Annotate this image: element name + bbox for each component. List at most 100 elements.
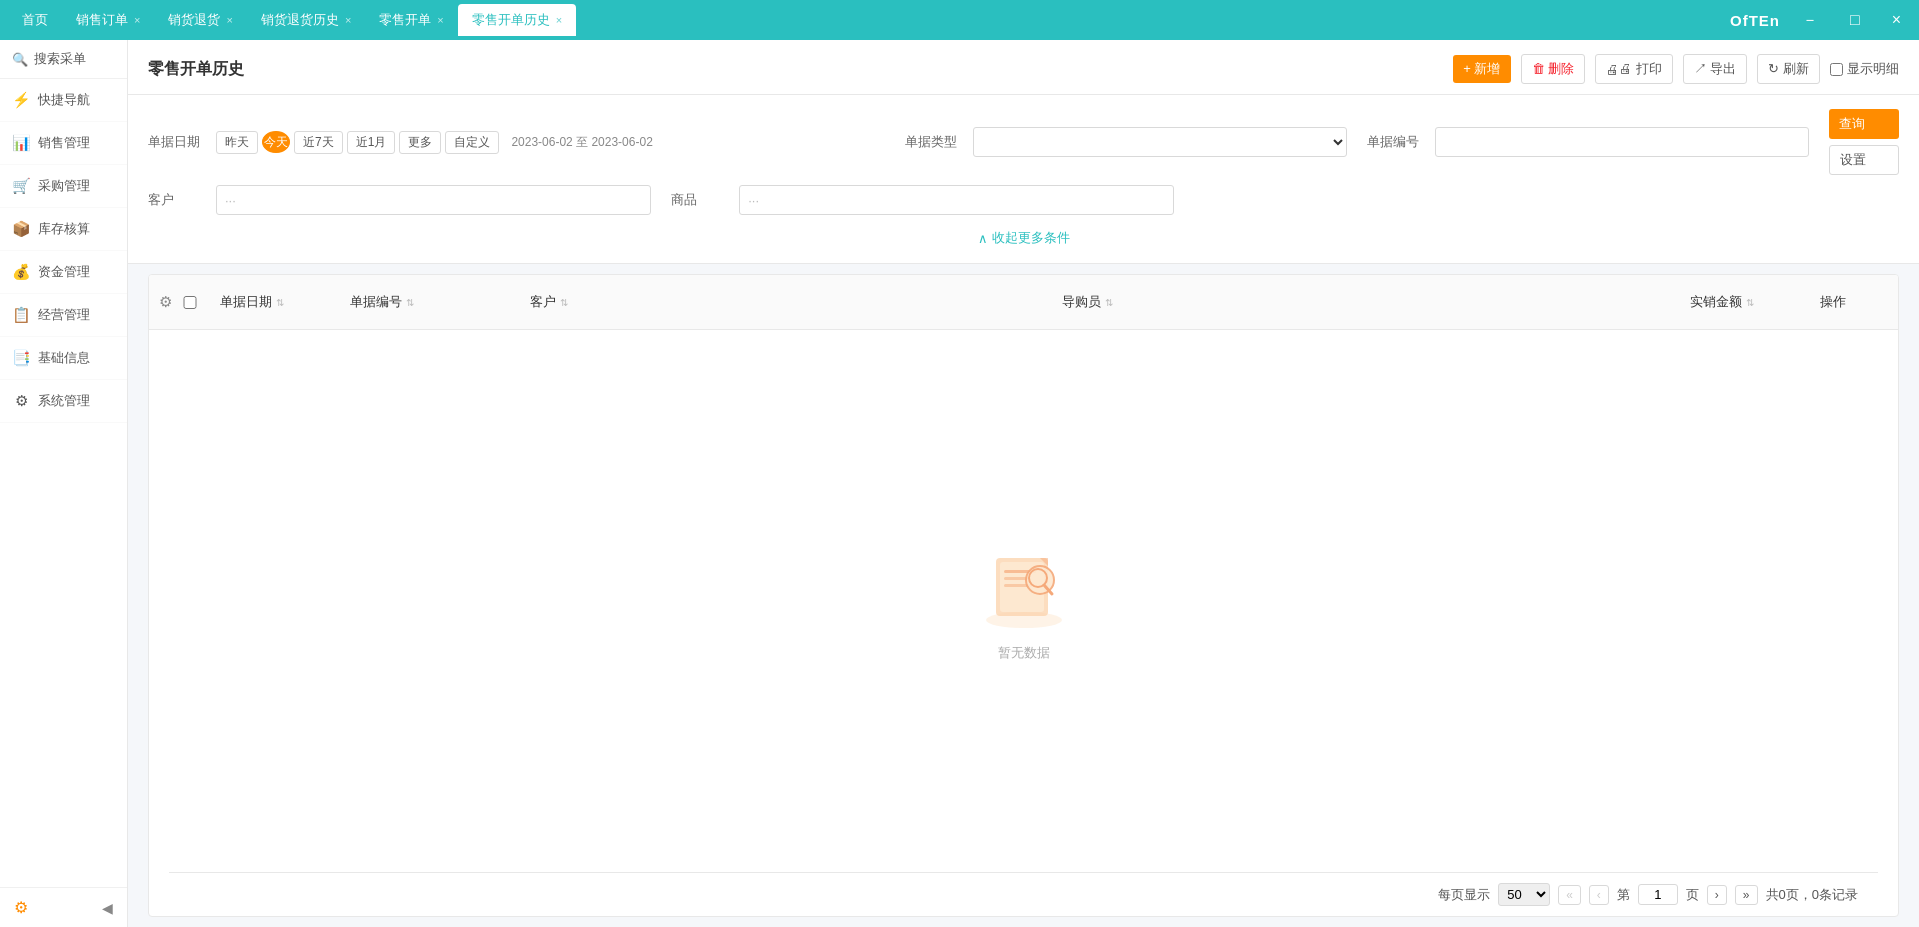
prev-page-btn[interactable]: ‹ [1589, 885, 1609, 905]
collapse-sidebar-icon[interactable]: ◀ [102, 900, 113, 916]
sidebar-item-quick-nav[interactable]: ⚡ 快捷导航 [0, 79, 127, 122]
table-settings-icon[interactable]: ⚙ [159, 293, 172, 311]
close-tab-retail-open[interactable]: × [437, 14, 443, 26]
more-btn[interactable]: 更多 [399, 131, 441, 154]
sidebar-item-operations-mgmt[interactable]: 📋 经营管理 [0, 294, 127, 337]
tab-sales-return[interactable]: 销货退货 × [154, 4, 246, 36]
filter-customer: 客户 ··· [148, 185, 651, 215]
doc-num-label: 单据编号 [1367, 133, 1427, 151]
tab-retail-open-history[interactable]: 零售开单历史 × [458, 4, 576, 36]
close-btn[interactable]: × [1882, 6, 1911, 34]
th-guide[interactable]: 导购员 ⇅ [1050, 283, 1170, 321]
sidebar-item-inventory-check[interactable]: 📦 库存核算 [0, 208, 127, 251]
goods-input[interactable]: ··· [739, 185, 1174, 215]
close-tab-sales-return-history[interactable]: × [345, 14, 351, 26]
close-tab-sales-order[interactable]: × [134, 14, 140, 26]
last-page-btn[interactable]: » [1735, 885, 1758, 905]
filter-goods: 商品 ··· [671, 185, 1174, 215]
date-buttons: 昨天 今天 近7天 近1月 更多 自定义 [216, 131, 499, 154]
filter-action-buttons: 查询 设置 [1829, 109, 1899, 175]
select-all-checkbox[interactable] [180, 296, 200, 309]
next-page-btn[interactable]: › [1707, 885, 1727, 905]
sidebar-item-label: 系统管理 [38, 392, 90, 410]
table-body: 暂无数据 [149, 330, 1898, 872]
refresh-button[interactable]: ↻ 刷新 [1757, 54, 1820, 84]
th-date[interactable]: 单据日期 ⇅ [208, 283, 338, 321]
per-page-select[interactable]: 50 20 100 [1498, 883, 1550, 906]
sidebar: 🔍 搜索采单 ⚡ 快捷导航 📊 销售管理 🛒 采购管理 📦 库存核算 💰 资金管… [0, 40, 128, 927]
tab-home[interactable]: 首页 [8, 4, 62, 36]
filter-panel: 单据日期 昨天 今天 近7天 近1月 更多 自定义 2023-06-02 至 2… [128, 95, 1919, 264]
close-tab-retail-open-history[interactable]: × [556, 14, 562, 26]
sales-mgmt-icon: 📊 [12, 134, 30, 152]
print-icon: 🖨 [1606, 62, 1619, 77]
total-label: 共0页，0条记录 [1766, 886, 1858, 904]
print-button[interactable]: 🖨 🖨 打印 [1595, 54, 1673, 84]
sidebar-item-finance-mgmt[interactable]: 💰 资金管理 [0, 251, 127, 294]
th-amount[interactable]: 实销金额 ⇅ [1678, 283, 1808, 321]
settings-bottom-icon[interactable]: ⚙ [14, 898, 28, 917]
doc-type-select[interactable] [973, 127, 1347, 157]
quick-nav-icon: ⚡ [12, 91, 30, 109]
th-customer[interactable]: 客户 ⇅ [518, 283, 1050, 321]
today-btn[interactable]: 今天 [262, 131, 290, 153]
maximize-btn[interactable]: □ [1840, 6, 1870, 34]
sidebar-item-basic-info[interactable]: 📑 基础信息 [0, 337, 127, 380]
export-button[interactable]: ↗ 导出 [1683, 54, 1748, 84]
sidebar-item-label: 资金管理 [38, 263, 90, 281]
purchase-mgmt-icon: 🛒 [12, 177, 30, 195]
table-head: 单据日期 ⇅ 单据编号 ⇅ 客户 ⇅ 导购员 ⇅ [208, 283, 1888, 321]
inventory-check-icon: 📦 [12, 220, 30, 238]
custom-btn[interactable]: 自定义 [445, 131, 499, 154]
add-button[interactable]: + 新增 [1453, 55, 1510, 83]
sidebar-item-purchase-mgmt[interactable]: 🛒 采购管理 [0, 165, 127, 208]
show-detail-checkbox-label[interactable]: 显示明细 [1830, 60, 1899, 78]
sidebar-item-label: 销售管理 [38, 134, 90, 152]
basic-info-icon: 📑 [12, 349, 30, 367]
sidebar-search[interactable]: 🔍 搜索采单 [0, 40, 127, 79]
th-action: 操作 [1808, 283, 1888, 321]
main-layout: 🔍 搜索采单 ⚡ 快捷导航 📊 销售管理 🛒 采购管理 📦 库存核算 💰 资金管… [0, 40, 1919, 927]
pagination: 每页显示 50 20 100 « ‹ 第 页 › » 共0页，0条记录 [169, 872, 1878, 916]
page-input[interactable] [1638, 884, 1678, 905]
sort-date-icon: ⇅ [276, 297, 284, 308]
close-tab-sales-return[interactable]: × [226, 14, 232, 26]
sort-guide-icon: ⇅ [1105, 297, 1113, 308]
customer-input[interactable]: ··· [216, 185, 651, 215]
first-page-btn[interactable]: « [1558, 885, 1581, 905]
delete-button[interactable]: 🗑 删除 [1521, 54, 1586, 84]
operations-mgmt-icon: 📋 [12, 306, 30, 324]
sidebar-item-sales-mgmt[interactable]: 📊 销售管理 [0, 122, 127, 165]
svg-rect-4 [1004, 577, 1028, 580]
tab-retail-open[interactable]: 零售开单 × [365, 4, 457, 36]
yesterday-btn[interactable]: 昨天 [216, 131, 258, 154]
date-range-text: 2023-06-02 至 2023-06-02 [511, 134, 652, 151]
sidebar-item-system-mgmt[interactable]: ⚙ 系统管理 [0, 380, 127, 423]
query-button[interactable]: 查询 [1829, 109, 1899, 139]
filter-doc-num: 单据编号 [1367, 127, 1809, 157]
show-detail-checkbox[interactable] [1830, 63, 1843, 76]
minimize-btn[interactable]: － [1792, 5, 1828, 36]
sidebar-item-label: 基础信息 [38, 349, 90, 367]
per-page-label: 每页显示 [1438, 886, 1490, 904]
finance-mgmt-icon: 💰 [12, 263, 30, 281]
sidebar-search-label: 搜索采单 [34, 50, 86, 68]
page-label-pre: 第 [1617, 886, 1630, 904]
tab-sales-return-history[interactable]: 销货退货历史 × [247, 4, 365, 36]
sidebar-item-label: 库存核算 [38, 220, 90, 238]
last7-btn[interactable]: 近7天 [294, 131, 343, 154]
empty-state: 暂无数据 [934, 500, 1114, 702]
sidebar-item-label: 经营管理 [38, 306, 90, 324]
collapse-filter-btn[interactable]: ∧ 收起更多条件 [148, 225, 1899, 249]
last1m-btn[interactable]: 近1月 [347, 131, 396, 154]
chevron-up-icon: ∧ [978, 231, 988, 246]
filter-doc-type: 单据类型 [905, 127, 1347, 157]
tab-sales-order[interactable]: 销售订单 × [62, 4, 154, 36]
settings-filter-button[interactable]: 设置 [1829, 145, 1899, 175]
page-label: 页 [1686, 886, 1699, 904]
doc-num-input[interactable] [1435, 127, 1809, 157]
sort-num-icon: ⇅ [406, 297, 414, 308]
empty-illustration [974, 540, 1074, 630]
toolbar: + 新增 🗑 删除 🖨 🖨 打印 ↗ 导出 ↻ 刷新 显示明细 [1453, 54, 1899, 84]
th-num[interactable]: 单据编号 ⇅ [338, 283, 518, 321]
